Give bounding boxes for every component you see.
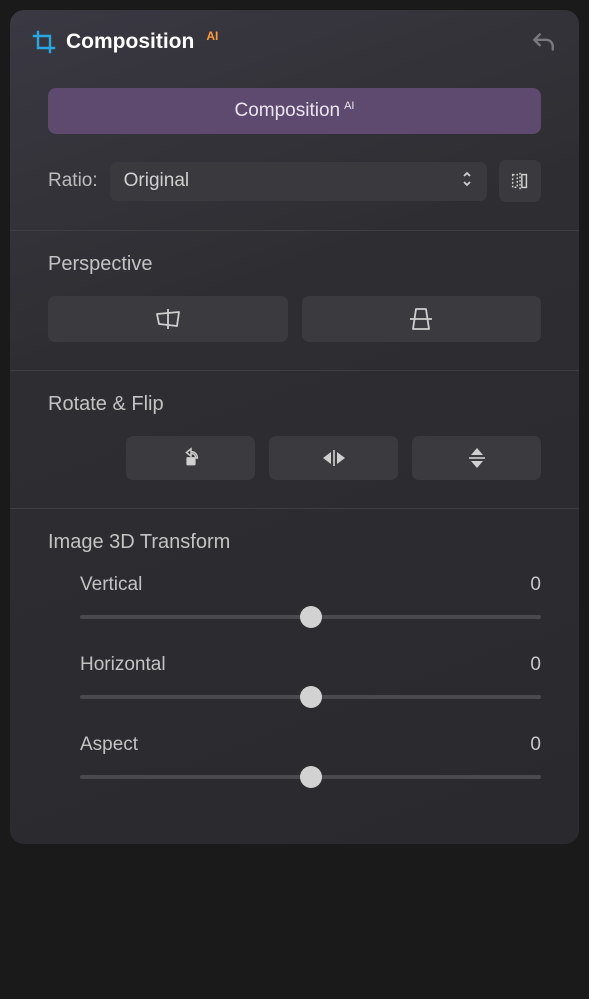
divider — [10, 370, 579, 371]
panel-content: Composition AI Ratio: Original — [10, 70, 579, 844]
crop-icon — [32, 30, 56, 54]
vertical-value: 0 — [530, 574, 541, 596]
perspective-horizontal-button[interactable] — [48, 296, 288, 342]
composition-button-label: Composition — [234, 100, 340, 122]
horizontal-slider-group: Horizontal 0 — [80, 654, 541, 708]
header-left: Composition AI — [32, 30, 218, 54]
vertical-slider-group: Vertical 0 — [80, 574, 541, 628]
slider-thumb[interactable] — [300, 766, 322, 788]
slider-header: Horizontal 0 — [80, 654, 541, 676]
composition-ai-button[interactable]: Composition AI — [48, 88, 541, 134]
rotate-flip-buttons — [48, 436, 541, 480]
divider — [10, 230, 579, 231]
ratio-label: Ratio: — [48, 170, 98, 192]
perspective-title: Perspective — [48, 253, 541, 276]
slider-header: Vertical 0 — [80, 574, 541, 596]
rotate-button[interactable] — [126, 436, 255, 480]
panel-header: Composition AI — [10, 10, 579, 70]
vertical-slider[interactable] — [80, 606, 541, 628]
panel-title: Composition — [66, 30, 194, 54]
rotate-flip-title: Rotate & Flip — [48, 393, 541, 416]
flip-vertical-button[interactable] — [412, 436, 541, 480]
ratio-value: Original — [124, 170, 189, 192]
aspect-label: Aspect — [80, 734, 138, 756]
ai-badge-small: AI — [344, 100, 354, 112]
flip-horizontal-button[interactable] — [269, 436, 398, 480]
orientation-button[interactable] — [499, 160, 541, 202]
composition-panel: Composition AI Composition AI Ratio: Ori… — [10, 10, 579, 844]
slider-thumb[interactable] — [300, 606, 322, 628]
perspective-buttons — [48, 296, 541, 342]
slider-thumb[interactable] — [300, 686, 322, 708]
perspective-vertical-button[interactable] — [302, 296, 542, 342]
divider — [10, 508, 579, 509]
ratio-select[interactable]: Original — [110, 162, 487, 201]
transform3d-title: Image 3D Transform — [48, 531, 541, 554]
aspect-slider-group: Aspect 0 — [80, 734, 541, 788]
vertical-label: Vertical — [80, 574, 142, 596]
horizontal-label: Horizontal — [80, 654, 166, 676]
transform-sliders: Vertical 0 Horizontal 0 — [48, 574, 541, 788]
horizontal-value: 0 — [530, 654, 541, 676]
undo-button[interactable] — [529, 28, 557, 56]
horizontal-slider[interactable] — [80, 686, 541, 708]
aspect-slider[interactable] — [80, 766, 541, 788]
ai-badge: AI — [206, 29, 218, 43]
slider-header: Aspect 0 — [80, 734, 541, 756]
chevron-updown-icon — [461, 170, 473, 193]
aspect-value: 0 — [530, 734, 541, 756]
ratio-row: Ratio: Original — [48, 160, 541, 202]
